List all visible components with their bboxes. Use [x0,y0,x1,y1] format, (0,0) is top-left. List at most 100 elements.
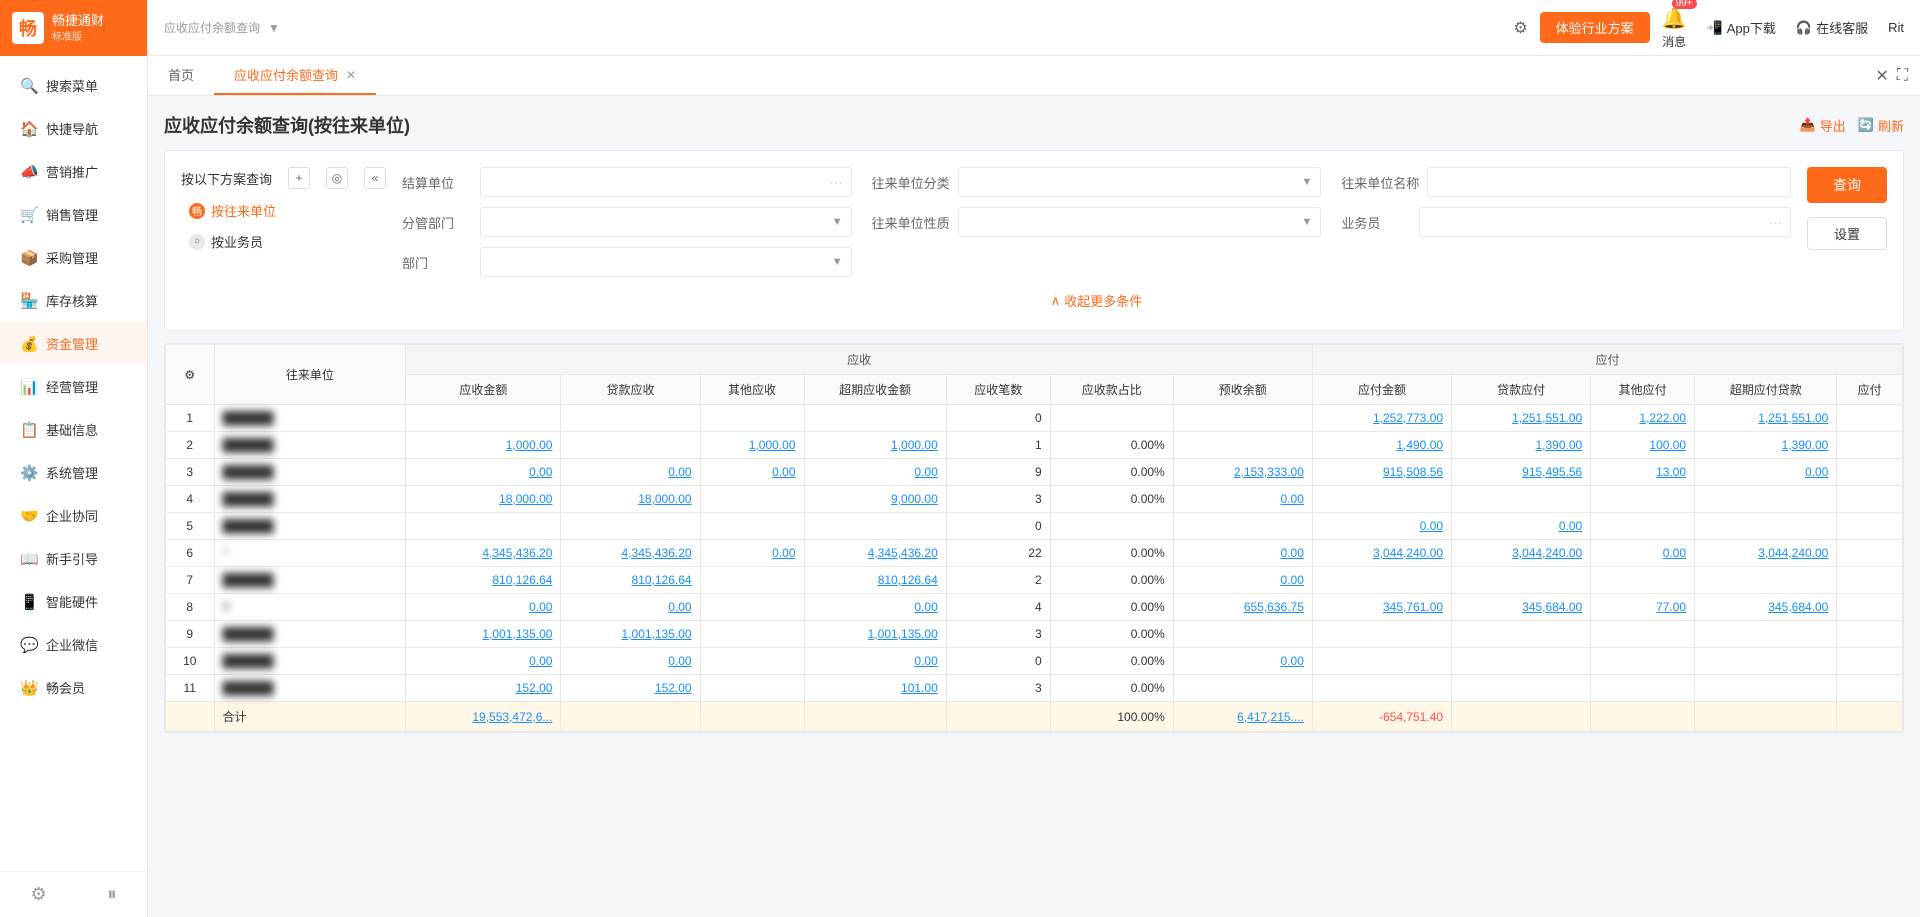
sidebar-item-finance[interactable]: 💰 资金管理 [0,322,147,365]
pay_amount-cell[interactable]: 345,761.00 [1312,594,1451,621]
chevron-down-icon[interactable]: ▼ [268,21,280,35]
overdue_recv-cell[interactable]: 0.00 [804,648,946,675]
collapse-more-btn[interactable]: ∧ 收起更多条件 [402,287,1791,314]
close-window-icon[interactable]: ✕ [1875,66,1888,86]
recv_amount-cell[interactable]: 0.00 [406,648,561,675]
sidebar-item-sales[interactable]: 🛒 销售管理 [0,193,147,236]
overdue_recv-cell[interactable]: 1,001,135.00 [804,621,946,648]
other_recv-cell[interactable]: 1,000.00 [700,432,804,459]
pay_amount-cell[interactable]: 1,490.00 [1312,432,1451,459]
online-service-btn[interactable]: 🎧 在线客服 [1796,18,1868,37]
recv_amount-cell[interactable]: 1,000.00 [406,432,561,459]
salesman-input[interactable]: ··· [1419,207,1791,237]
partner-type-input[interactable]: ▼ [958,167,1322,197]
overdue_recv-cell[interactable]: 0.00 [804,594,946,621]
partner-name-input[interactable] [1427,167,1791,197]
gear-icon[interactable]: ⚙ [1513,18,1527,38]
other_pay-cell[interactable]: 0.00 [1591,540,1695,567]
other_recv-cell[interactable]: 0.00 [700,540,804,567]
loan_recv-cell[interactable]: 4,345,436.20 [561,540,700,567]
overdue_recv-cell[interactable]: 810,126.64 [804,567,946,594]
loan_recv-cell[interactable]: 810,126.64 [561,567,700,594]
other_pay-cell[interactable]: 77.00 [1591,594,1695,621]
overdue_pay-cell[interactable]: 1,251,551.00 [1695,405,1837,432]
scheme-by-salesman[interactable]: ○ 按业务员 [181,228,386,255]
sidebar-item-newbie[interactable]: 📖 新手引导 [0,537,147,580]
sidebar-item-search[interactable]: 🔍 搜索菜单 [0,64,147,107]
loan_pay-cell[interactable]: 345,684.00 [1452,594,1591,621]
recv_amount-cell[interactable]: 152.00 [406,675,561,702]
loan_pay-cell[interactable]: 915,495.56 [1452,459,1591,486]
total-recv-amount[interactable]: 19,553,472,6... [406,702,561,732]
sidebar-item-member[interactable]: 👑 畅会员 [0,666,147,709]
maximize-icon[interactable]: ⛶ [1897,67,1908,85]
overdue_pay-cell[interactable]: 345,684.00 [1695,594,1837,621]
prepay-cell[interactable]: 0.00 [1173,486,1312,513]
loan_recv-cell[interactable]: 0.00 [561,648,700,675]
settings-scheme-btn[interactable]: ◎ [326,167,348,189]
pay_amount-cell[interactable]: 1,252,773.00 [1312,405,1451,432]
sidebar-item-quicknav[interactable]: 🏠 快捷导航 [0,107,147,150]
message-btn[interactable]: 99+ 🔔 消息 [1662,6,1687,50]
other_pay-cell[interactable]: 13.00 [1591,459,1695,486]
sidebar-item-marketing[interactable]: 📣 营销推广 [0,150,147,193]
trial-button[interactable]: 体验行业方案 [1540,12,1650,43]
pay_amount-cell[interactable]: 915,508.56 [1312,459,1451,486]
export-button[interactable]: 📤 导出 [1800,116,1846,135]
dept-input[interactable]: ▼ [480,247,852,277]
prepay-cell[interactable]: 0.00 [1173,567,1312,594]
prepay-cell[interactable]: 0.00 [1173,648,1312,675]
tab-close-icon[interactable]: ✕ [346,68,356,82]
recv_amount-cell[interactable]: 810,126.64 [406,567,561,594]
sidebar-item-hardware[interactable]: 📱 智能硬件 [0,580,147,623]
loan_recv-cell[interactable]: 0.00 [561,594,700,621]
prepay-cell[interactable]: 0.00 [1173,540,1312,567]
scheme-by-partner[interactable]: 畅 按往来单位 [181,197,386,224]
sidebar-item-purchase[interactable]: 📦 采购管理 [0,236,147,279]
overdue_pay-cell[interactable]: 0.00 [1695,459,1837,486]
other_pay-cell[interactable]: 1,222.00 [1591,405,1695,432]
table-gear-header[interactable]: ⚙ [166,345,215,405]
overdue_pay-cell[interactable]: 1,390.00 [1695,432,1837,459]
user-name[interactable]: Rit [1888,20,1904,35]
query-button[interactable]: 查询 [1807,167,1887,203]
total-prepay[interactable]: 6,417,215.... [1173,702,1312,732]
overdue_recv-cell[interactable]: 1,000.00 [804,432,946,459]
overdue_recv-cell[interactable]: 101.00 [804,675,946,702]
other_pay-cell[interactable]: 100.00 [1591,432,1695,459]
settlement-input[interactable]: ··· [480,167,852,197]
collapse-scheme-btn[interactable]: « [364,167,386,189]
dept-mgr-input[interactable]: ▼ [480,207,852,237]
loan_pay-cell[interactable]: 3,044,240.00 [1452,540,1591,567]
overdue_recv-cell[interactable]: 4,345,436.20 [804,540,946,567]
loan_recv-cell[interactable]: 1,001,135.00 [561,621,700,648]
recv_amount-cell[interactable]: 18,000.00 [406,486,561,513]
setting-button[interactable]: 设置 [1807,217,1887,250]
sidebar-item-system[interactable]: ⚙️ 系统管理 [0,451,147,494]
pay_amount-cell[interactable]: 0.00 [1312,513,1451,540]
settings-bottom-btn[interactable]: ⚙ [30,884,46,905]
sidebar-item-wechat[interactable]: 💬 企业微信 [0,623,147,666]
loan_recv-cell[interactable]: 152.00 [561,675,700,702]
add-scheme-btn[interactable]: + [288,167,310,189]
loan_recv-cell[interactable]: 18,000.00 [561,486,700,513]
overdue_recv-cell[interactable]: 9,000.00 [804,486,946,513]
partner-nature-input[interactable]: ▼ [958,207,1322,237]
other_recv-cell[interactable]: 0.00 [700,459,804,486]
recv_amount-cell[interactable]: 0.00 [406,459,561,486]
sidebar-item-operation[interactable]: 📊 经营管理 [0,365,147,408]
overdue_recv-cell[interactable]: 0.00 [804,459,946,486]
collapse-sidebar-btn[interactable]: ⏸ [108,884,117,905]
recv_amount-cell[interactable]: 1,001,135.00 [406,621,561,648]
loan_pay-cell[interactable]: 0.00 [1452,513,1591,540]
overdue_pay-cell[interactable]: 3,044,240.00 [1695,540,1837,567]
recv_amount-cell[interactable]: 0.00 [406,594,561,621]
tab-arbal[interactable]: 应收应付余额查询 ✕ [214,56,376,95]
sidebar-item-corp[interactable]: 🤝 企业协同 [0,494,147,537]
recv_amount-cell[interactable]: 4,345,436.20 [406,540,561,567]
refresh-button[interactable]: 🔄 刷新 [1858,116,1904,135]
app-download-btn[interactable]: 📲 App下载 [1707,18,1776,37]
loan_recv-cell[interactable]: 0.00 [561,459,700,486]
sidebar-item-inventory[interactable]: 🏪 库存核算 [0,279,147,322]
prepay-cell[interactable]: 2,153,333.00 [1173,459,1312,486]
